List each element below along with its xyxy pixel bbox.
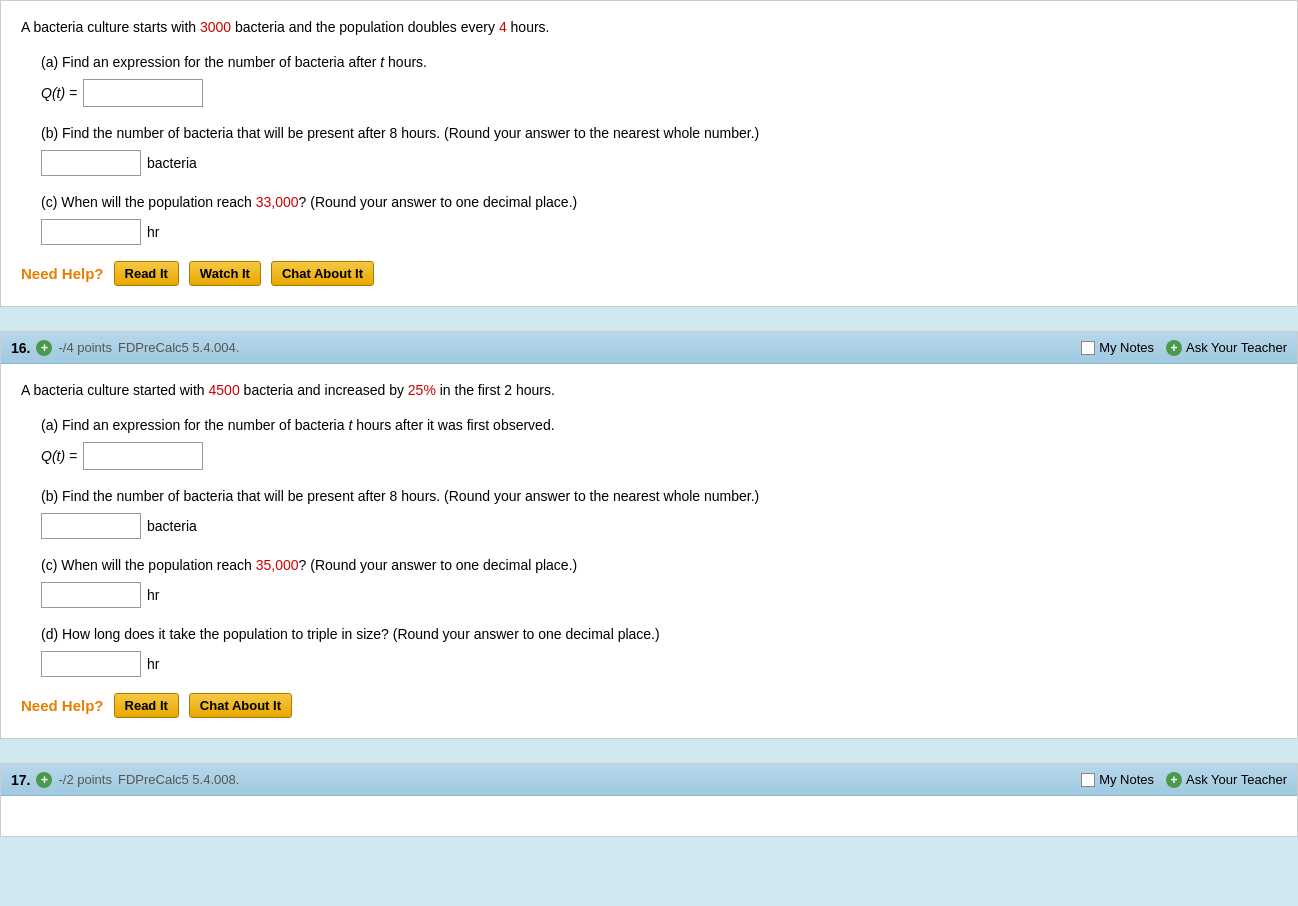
- prev-part-a-answer-row: Q(t) =: [41, 79, 1277, 107]
- prev-need-help-row: Need Help? Read It Watch It Chat About I…: [21, 261, 1277, 286]
- q17-course: FDPreCalc5 5.4.008.: [118, 772, 239, 787]
- q16-header-right: My Notes + Ask Your Teacher: [1081, 340, 1287, 356]
- prev-problem-statement: A bacteria culture starts with 3000 bact…: [21, 17, 1277, 38]
- q17-ask-teacher-label: Ask Your Teacher: [1186, 772, 1287, 787]
- prev-part-b: (b) Find the number of bacteria that wil…: [21, 123, 1277, 176]
- q16-body: A bacteria culture started with 4500 bac…: [1, 364, 1297, 738]
- q16-input-a[interactable]: [83, 442, 203, 470]
- prev-qt-label-a: Q(t) =: [41, 85, 77, 101]
- q17-number: 17.: [11, 772, 30, 788]
- prev-part-b-answer-row: bacteria: [41, 150, 1277, 176]
- q16-target-c: 35,000: [256, 557, 299, 573]
- prev-input-a[interactable]: [83, 79, 203, 107]
- q16-ask-teacher-icon: +: [1166, 340, 1182, 356]
- question-17-header: 17. + -/2 points FDPreCalc5 5.4.008. My …: [1, 764, 1297, 796]
- question-16-header: 16. + -/4 points FDPreCalc5 5.4.004. My …: [1, 332, 1297, 364]
- q16-expand-icon[interactable]: +: [36, 340, 52, 356]
- prev-part-a: (a) Find an expression for the number of…: [21, 52, 1277, 107]
- q16-my-notes[interactable]: My Notes: [1081, 340, 1154, 355]
- q17-header-left: 17. + -/2 points FDPreCalc5 5.4.008.: [11, 772, 239, 788]
- q16-number: 16.: [11, 340, 30, 356]
- q17-points: -/2 points: [58, 772, 111, 787]
- q16-part-c-label: (c) When will the population reach 35,00…: [41, 555, 1277, 576]
- prev-part-c-answer-row: hr: [41, 219, 1277, 245]
- question-17-block: 17. + -/2 points FDPreCalc5 5.4.008. My …: [0, 763, 1298, 837]
- q16-notes-checkbox[interactable]: [1081, 341, 1095, 355]
- q16-part-b: (b) Find the number of bacteria that wil…: [21, 486, 1277, 539]
- q16-part-a-label: (a) Find an expression for the number of…: [41, 415, 1277, 436]
- q16-header-left: 16. + -/4 points FDPreCalc5 5.4.004.: [11, 340, 239, 356]
- q17-my-notes[interactable]: My Notes: [1081, 772, 1154, 787]
- question-16-block: 16. + -/4 points FDPreCalc5 5.4.004. My …: [0, 331, 1298, 739]
- prev-problem-block: A bacteria culture starts with 3000 bact…: [0, 0, 1298, 307]
- q16-part-b-answer-row: bacteria: [41, 513, 1277, 539]
- q16-unit-b: bacteria: [147, 518, 197, 534]
- q16-ask-teacher-label: Ask Your Teacher: [1186, 340, 1287, 355]
- q17-notes-label: My Notes: [1099, 772, 1154, 787]
- q16-ask-teacher[interactable]: + Ask Your Teacher: [1166, 340, 1287, 356]
- prev-watch-it-button[interactable]: Watch It: [189, 261, 261, 286]
- q16-percent: 25%: [408, 382, 436, 398]
- q16-part-d-answer-row: hr: [41, 651, 1277, 677]
- q16-qt-label-a: Q(t) =: [41, 448, 77, 464]
- q16-input-c[interactable]: [41, 582, 141, 608]
- q16-part-d: (d) How long does it take the population…: [21, 624, 1277, 677]
- q16-points: -/4 points: [58, 340, 111, 355]
- q16-unit-d: hr: [147, 656, 159, 672]
- prev-input-b[interactable]: [41, 150, 141, 176]
- separator-1: [0, 319, 1298, 331]
- prev-target-c: 33,000: [256, 194, 299, 210]
- q16-part-b-label: (b) Find the number of bacteria that wil…: [41, 486, 1277, 507]
- prev-part-c-label: (c) When will the population reach 33,00…: [41, 192, 1277, 213]
- separator-2: [0, 751, 1298, 763]
- prev-input-c[interactable]: [41, 219, 141, 245]
- q16-chat-about-it-button[interactable]: Chat About It: [189, 693, 292, 718]
- prev-part-b-label: (b) Find the number of bacteria that wil…: [41, 123, 1277, 144]
- q16-part-c: (c) When will the population reach 35,00…: [21, 555, 1277, 608]
- prev-read-it-button[interactable]: Read It: [114, 261, 179, 286]
- q16-bacteria-count: 4500: [209, 382, 240, 398]
- q16-part-a: (a) Find an expression for the number of…: [21, 415, 1277, 470]
- q16-part-c-answer-row: hr: [41, 582, 1277, 608]
- q17-body: [1, 796, 1297, 836]
- q16-statement: A bacteria culture started with 4500 bac…: [21, 380, 1277, 401]
- q16-notes-label: My Notes: [1099, 340, 1154, 355]
- q17-header-right: My Notes + Ask Your Teacher: [1081, 772, 1287, 788]
- prev-need-help-label: Need Help?: [21, 265, 104, 282]
- q16-input-b[interactable]: [41, 513, 141, 539]
- prev-bacteria-count: 3000: [200, 19, 231, 35]
- prev-part-c: (c) When will the population reach 33,00…: [21, 192, 1277, 245]
- prev-chat-about-it-button[interactable]: Chat About It: [271, 261, 374, 286]
- q17-notes-checkbox[interactable]: [1081, 773, 1095, 787]
- q17-expand-icon[interactable]: +: [36, 772, 52, 788]
- q17-ask-teacher[interactable]: + Ask Your Teacher: [1166, 772, 1287, 788]
- q16-part-a-answer-row: Q(t) =: [41, 442, 1277, 470]
- prev-hours-value: 4: [499, 19, 507, 35]
- prev-unit-c: hr: [147, 224, 159, 240]
- page-wrapper: A bacteria culture starts with 3000 bact…: [0, 0, 1298, 837]
- q16-need-help-label: Need Help?: [21, 697, 104, 714]
- q17-ask-teacher-icon: +: [1166, 772, 1182, 788]
- q16-course: FDPreCalc5 5.4.004.: [118, 340, 239, 355]
- prev-part-a-label: (a) Find an expression for the number of…: [41, 52, 1277, 73]
- q16-need-help-row: Need Help? Read It Chat About It: [21, 693, 1277, 718]
- q16-unit-c: hr: [147, 587, 159, 603]
- q16-part-d-label: (d) How long does it take the population…: [41, 624, 1277, 645]
- q16-input-d[interactable]: [41, 651, 141, 677]
- prev-unit-b: bacteria: [147, 155, 197, 171]
- q16-read-it-button[interactable]: Read It: [114, 693, 179, 718]
